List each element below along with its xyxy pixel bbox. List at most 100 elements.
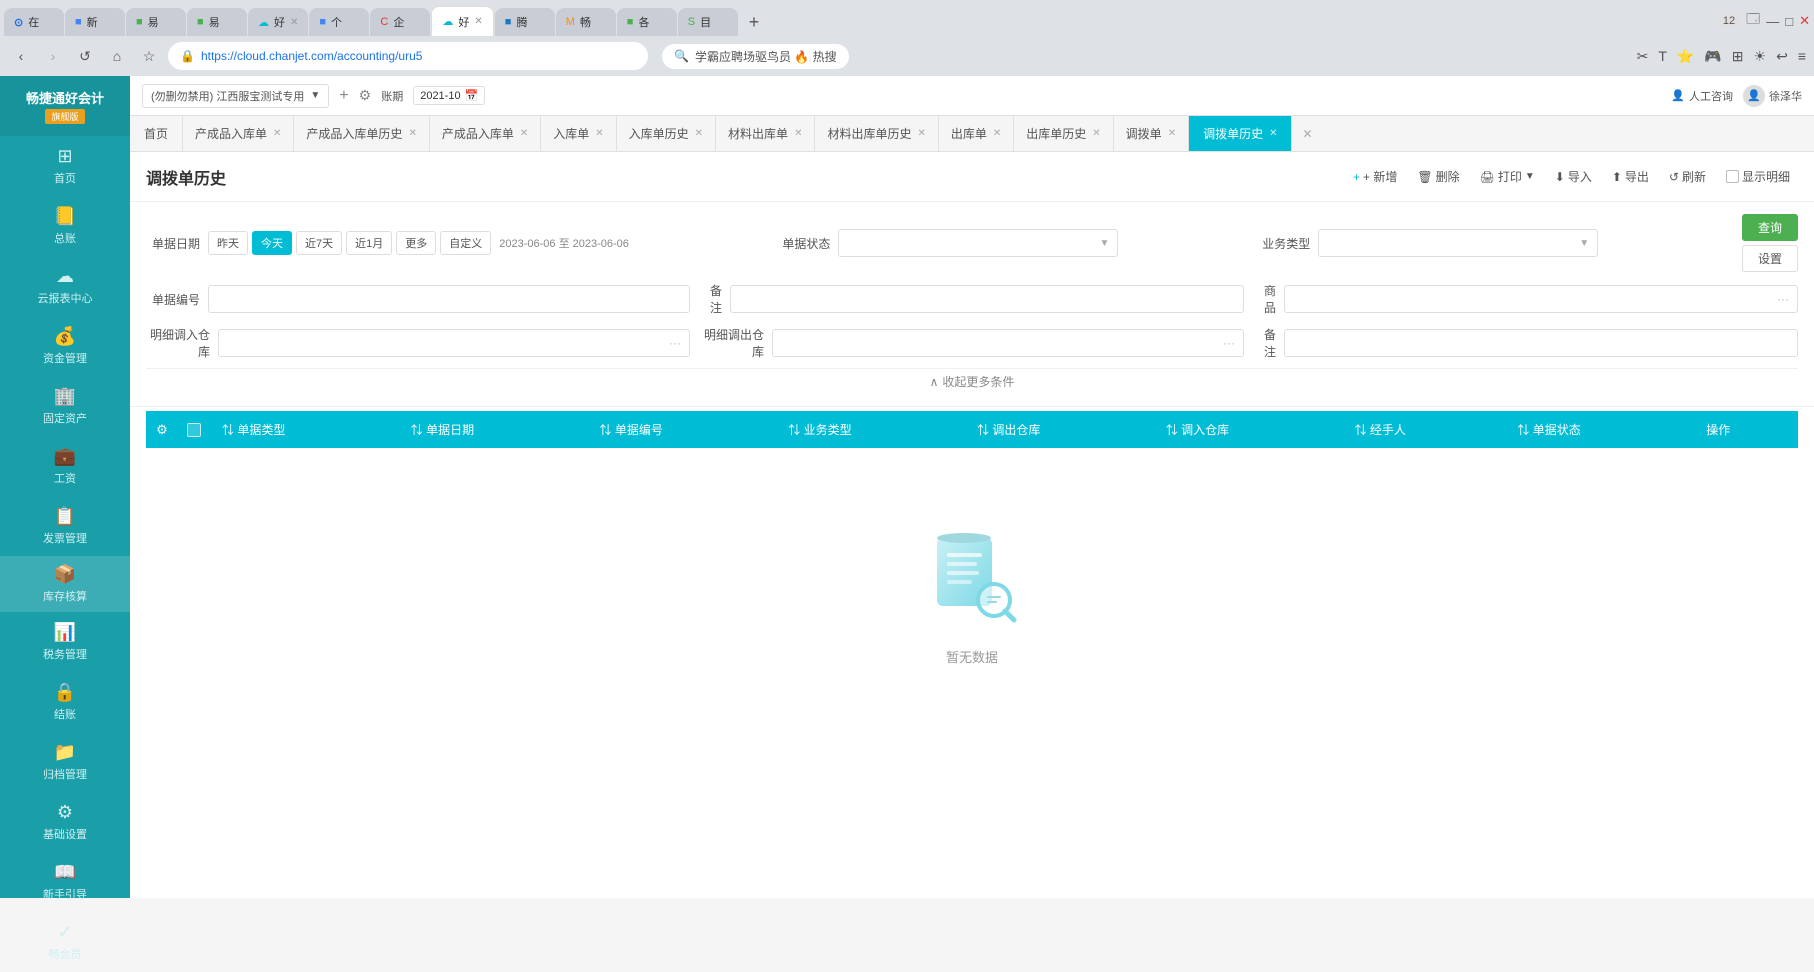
star-icon[interactable]: ⭐ [1677,48,1694,65]
tab-close-icon[interactable]: ✕ [1092,128,1100,139]
biz-type-select[interactable]: ▼ [1318,229,1598,257]
browser-search-input[interactable]: 🔍 学霸应聘场驱鸟员 🔥 热搜 [662,44,849,69]
browser-tab-good1[interactable]: ☁ 好 ✕ [248,8,308,36]
sidebar-item-ledger[interactable]: 📒 总账 [0,196,130,256]
tab-close-all-icon[interactable]: ✕ [1292,127,1322,141]
back-button[interactable]: ‹ [8,43,34,69]
new-tab-button[interactable]: + [739,8,770,36]
tab-close-icon[interactable]: ✕ [695,128,703,139]
tab-transfer[interactable]: 调拨单 ✕ [1114,116,1189,152]
bookmark-button[interactable]: ☆ [136,43,162,69]
tab-close-icon[interactable]: ✕ [408,128,416,139]
undo-icon[interactable]: ↩ [1776,48,1788,65]
tab-transfer-hist[interactable]: 调拨单历史 ✕ [1189,116,1292,152]
close-button[interactable]: ✕ [1799,13,1810,29]
game-icon[interactable]: 🎮 [1704,48,1721,65]
tab-close-icon[interactable]: ✕ [595,128,603,139]
translate-icon[interactable]: T [1658,48,1667,64]
service-button[interactable]: 👤 人工咨询 [1671,88,1733,104]
settings-button[interactable]: 设置 [1742,245,1798,272]
sidebar-item-funds[interactable]: 💰 资金管理 [0,316,130,376]
tab-close-icon[interactable]: ✕ [917,128,925,139]
tab-close-icon[interactable]: ✕ [993,128,1001,139]
sidebar-item-assets[interactable]: 🏢 固定资产 [0,376,130,436]
sidebar-item-reports[interactable]: ☁ 云报表中心 [0,256,130,316]
sidebar-item-home[interactable]: ⊞ 首页 [0,136,130,196]
doc-no-input[interactable] [208,285,690,313]
browser-tab-easy1[interactable]: ■ 易 [126,8,186,36]
th-in-warehouse[interactable]: ⇅ 调入仓库 [1154,411,1343,448]
sidebar-item-settings[interactable]: ⚙ 基础设置 [0,792,130,852]
sidebar-item-guide[interactable]: 📖 新手引导 [0,852,130,912]
sidebar-item-inventory[interactable]: 📦 库存核算 [0,556,130,612]
notes-input[interactable] [730,285,1244,313]
refresh-browser-button[interactable]: ↺ [72,43,98,69]
forward-button[interactable]: › [40,43,66,69]
goods-dots-icon[interactable]: ··· [1777,292,1789,306]
period-selector[interactable]: 2021-10 📅 [413,86,485,105]
browser-tab-each[interactable]: ■ 各 [617,8,677,36]
warehouse-out-select[interactable]: ··· [772,329,1244,357]
tab-close-icon[interactable]: ✕ [273,128,281,139]
tab-product-in-hist[interactable]: 产成品入库单历史 ✕ [294,116,429,152]
sidebar-item-tax[interactable]: 📊 税务管理 [0,612,130,672]
address-bar[interactable]: 🔒 https://cloud.chanjet.com/accounting/u… [168,42,648,70]
import-button[interactable]: ⬇ 导入 [1547,164,1600,189]
maximize-button[interactable]: □ [1785,14,1793,29]
delete-button[interactable]: 🗑 删除 [1409,164,1467,189]
minimize-button[interactable]: — [1766,14,1779,29]
status-select[interactable]: ▼ [838,229,1118,257]
tab-home[interactable]: 首页 [130,116,183,152]
th-doc-date[interactable]: ⇅ 单据日期 [399,411,588,448]
date-1month-btn[interactable]: 近1月 [346,231,392,255]
date-custom-btn[interactable]: 自定义 [440,231,491,255]
grid-icon[interactable]: ⊞ [1732,48,1744,65]
tab-close-icon[interactable]: ✕ [1269,128,1277,139]
export-button[interactable]: ⬆ 导出 [1604,164,1657,189]
browser-tab-good2[interactable]: ☁ 好 ✕ [431,6,493,36]
th-handler[interactable]: ⇅ 经手人 [1343,411,1506,448]
user-profile[interactable]: 👤 徐泽华 [1743,85,1802,107]
browser-tab-personal[interactable]: ■ 个 [309,8,369,36]
tab-product-in[interactable]: 产成品入库单 ✕ [183,116,294,152]
sidebar-item-archive[interactable]: 📁 归档管理 [0,732,130,792]
th-checkbox[interactable] [178,411,210,448]
tab-material-out-hist[interactable]: 材料出库单历史 ✕ [815,116,938,152]
sidebar-item-closing[interactable]: 🔒 结账 [0,672,130,732]
warehouse-in-select[interactable]: ··· [218,329,690,357]
query-button[interactable]: 查询 [1742,214,1798,241]
tab-close-icon[interactable]: ✕ [794,128,802,139]
sidebar-item-wages[interactable]: 💼 工资 [0,436,130,496]
th-settings[interactable]: ⚙ [146,411,178,448]
tab-out-order[interactable]: 出库单 ✕ [939,116,1014,152]
tab-out-hist[interactable]: 出库单历史 ✕ [1014,116,1113,152]
sidebar-item-invoices[interactable]: 📋 发票管理 [0,496,130,556]
window-controls-icon[interactable]: 🗔 [1746,10,1760,32]
settings-gear-icon[interactable]: ⚙ [359,87,372,104]
collapse-button[interactable]: ∧ 收起更多条件 [146,368,1798,394]
browser-tab-eye[interactable]: S 目 [678,8,738,36]
browser-tab-easy2[interactable]: ■ 易 [187,8,247,36]
th-doc-status[interactable]: ⇅ 单据状态 [1505,411,1694,448]
show-detail-button[interactable]: 显示明细 [1718,164,1798,189]
th-doc-no[interactable]: ⇅ 单据编号 [588,411,777,448]
browser-tab-tencent[interactable]: ■ 腾 [495,8,555,36]
goods-select[interactable]: ··· [1284,285,1798,313]
add-company-button[interactable]: + [339,87,348,105]
browser-tab-new[interactable]: ■ 新 [65,8,125,36]
print-button[interactable]: 🖨 打印 ▼ [1472,164,1543,189]
sidebar-item-member[interactable]: ✓ 畅会员 [0,912,130,972]
date-yesterday-btn[interactable]: 昨天 [208,231,248,255]
date-today-btn[interactable]: 今天 [252,231,292,255]
scissors-icon[interactable]: ✂ [1637,48,1649,65]
tab-close-icon[interactable]: ✕ [520,128,528,139]
tab-close-icon[interactable]: ✕ [1168,128,1176,139]
tab-material-out[interactable]: 材料出库单 ✕ [716,116,815,152]
menu-icon[interactable]: ≡ [1798,48,1806,64]
company-selector[interactable]: (勿删勿禁用) 江西服宝测试专用 ▼ [142,84,329,108]
home-browser-button[interactable]: ⌂ [104,43,130,69]
warehouse-out-dots-icon[interactable]: ··· [1223,336,1235,350]
date-7days-btn[interactable]: 近7天 [296,231,342,255]
browser-tab-chang[interactable]: M 畅 [556,8,616,36]
theme-icon[interactable]: ☀ [1754,48,1767,65]
